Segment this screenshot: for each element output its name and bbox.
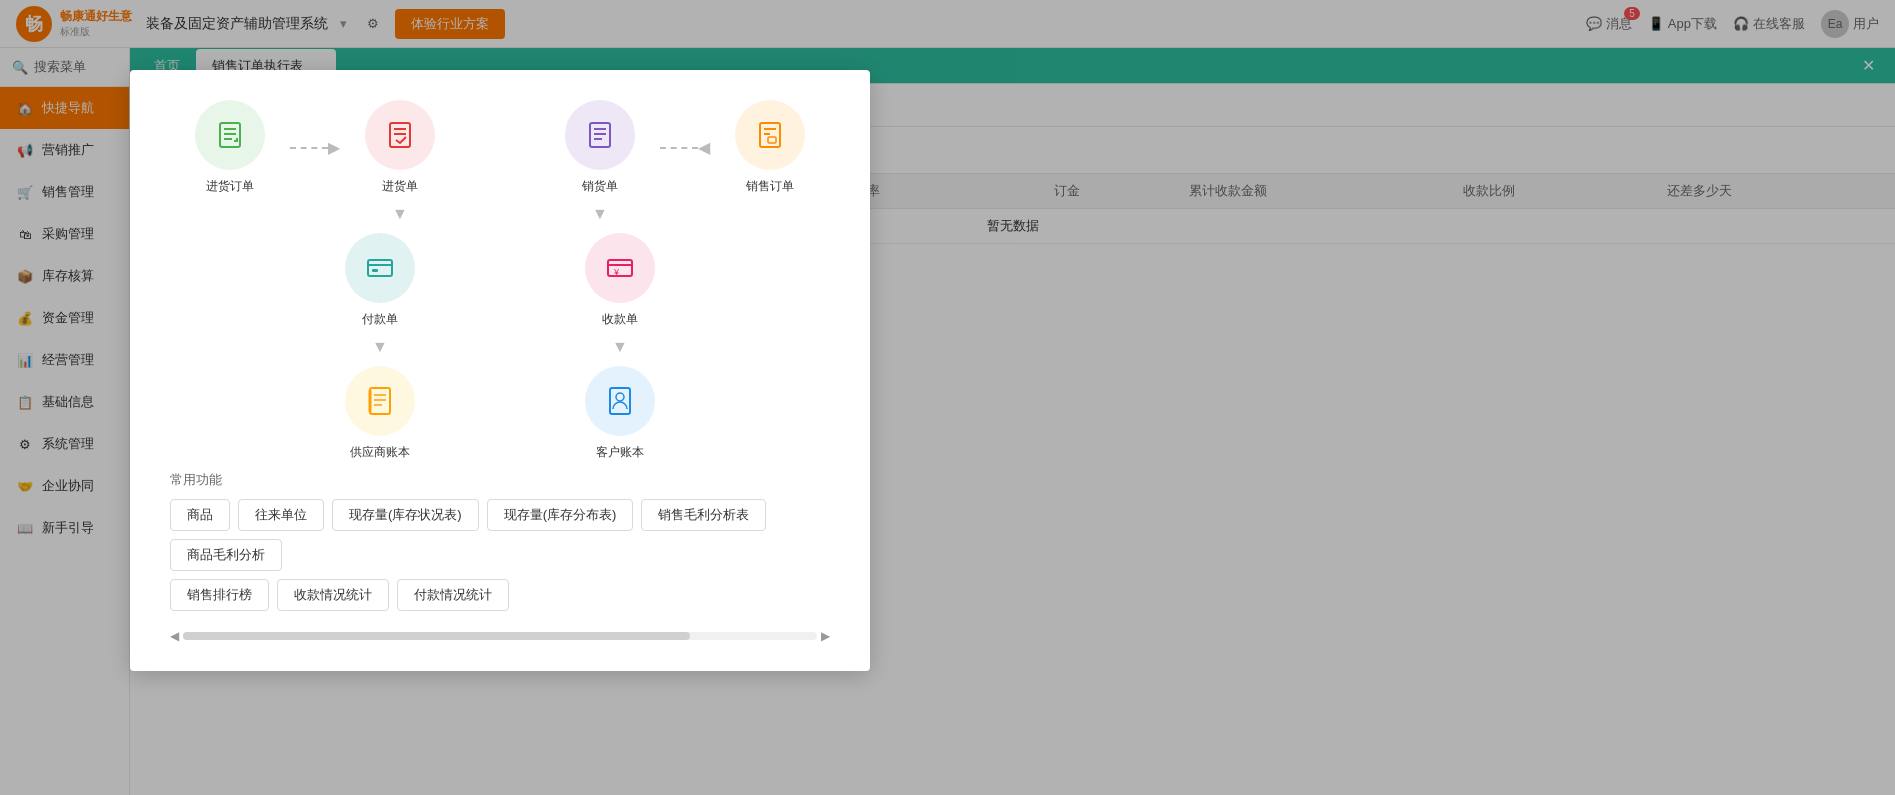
payment-icon bbox=[364, 252, 396, 284]
supplier-ledger-circle bbox=[345, 366, 415, 436]
spacer-v4 bbox=[660, 205, 710, 223]
supplier-ledger-label: 供应商账本 bbox=[350, 444, 410, 461]
arrow-down-payment: ▼ bbox=[320, 338, 440, 356]
func-buttons-grid: 商品 往来单位 现存量(库存状况表) 现存量(库存分布表) 销售毛利分析表 商品… bbox=[170, 499, 830, 571]
scrollbar-track bbox=[183, 632, 817, 640]
arrow-h-1: ▶ bbox=[290, 138, 340, 157]
svg-point-27 bbox=[616, 393, 624, 401]
vertical-arrows-row-2: ▼ ▼ bbox=[150, 338, 850, 356]
func-btn-goods-margin[interactable]: 商品毛利分析 bbox=[170, 539, 282, 571]
scroll-right-btn[interactable]: ▶ bbox=[821, 629, 830, 643]
arrow-down-purchase: ▼ bbox=[340, 205, 460, 223]
spacer-v1 bbox=[170, 205, 290, 223]
vertical-arrows-row: ▼ ▼ bbox=[150, 205, 850, 223]
purchase-order-circle bbox=[195, 100, 265, 170]
purchase-order-icon bbox=[214, 119, 246, 151]
receipt-label: 收款单 bbox=[602, 311, 638, 328]
purchase-bill-label: 进货单 bbox=[382, 178, 418, 195]
flow-diagram: 进货订单 ▶ bbox=[150, 90, 850, 471]
receipt-icon: ¥ bbox=[604, 252, 636, 284]
purchase-order-label: 进货订单 bbox=[206, 178, 254, 195]
svg-rect-22 bbox=[368, 390, 372, 412]
receipt-circle: ¥ bbox=[585, 233, 655, 303]
modal-scrollbar: ◀ ▶ bbox=[150, 621, 850, 651]
flow-item-purchase-bill[interactable]: 进货单 bbox=[340, 100, 460, 195]
svg-rect-15 bbox=[368, 260, 392, 276]
sales-order-icon bbox=[754, 119, 786, 151]
common-functions: 常用功能 商品 往来单位 现存量(库存状况表) 现存量(库存分布表) 销售毛利分… bbox=[150, 471, 850, 621]
spacer-v5 bbox=[710, 205, 830, 223]
payment-circle bbox=[345, 233, 415, 303]
customer-ledger-icon bbox=[604, 385, 636, 417]
func-btn-sales-margin[interactable]: 销售毛利分析表 bbox=[641, 499, 766, 531]
arrow-down-receipt: ▼ bbox=[560, 338, 680, 356]
scrollbar-thumb[interactable] bbox=[183, 632, 690, 640]
flow-row-2: 付款单 ¥ 收款单 bbox=[150, 223, 850, 338]
flow-item-supplier-ledger[interactable]: 供应商账本 bbox=[320, 366, 440, 461]
func-buttons-grid-2: 销售排行榜 收款情况统计 付款情况统计 bbox=[170, 579, 830, 611]
spacer-v3 bbox=[460, 205, 540, 223]
svg-rect-14 bbox=[768, 137, 776, 143]
func-btn-payment-stats[interactable]: 付款情况统计 bbox=[397, 579, 509, 611]
svg-rect-21 bbox=[370, 388, 390, 414]
flow-item-payment[interactable]: 付款单 bbox=[320, 233, 440, 328]
purchase-bill-icon bbox=[384, 119, 416, 151]
customer-ledger-circle bbox=[585, 366, 655, 436]
supplier-ledger-icon bbox=[364, 385, 396, 417]
arrow-down-sales: ▼ bbox=[540, 205, 660, 223]
sales-bill-circle bbox=[565, 100, 635, 170]
func-btn-sales-rank[interactable]: 销售排行榜 bbox=[170, 579, 269, 611]
common-functions-title: 常用功能 bbox=[170, 471, 830, 489]
flow-item-receipt[interactable]: ¥ 收款单 bbox=[560, 233, 680, 328]
flow-item-sales-bill[interactable]: 销货单 bbox=[540, 100, 660, 195]
svg-text:¥: ¥ bbox=[613, 267, 620, 277]
arrow-h-2: ◀ bbox=[660, 138, 710, 157]
sales-order-label: 销售订单 bbox=[746, 178, 794, 195]
scroll-left-btn[interactable]: ◀ bbox=[170, 629, 179, 643]
flow-row-1: 进货订单 ▶ bbox=[150, 90, 850, 205]
flow-item-customer-ledger[interactable]: 客户账本 bbox=[560, 366, 680, 461]
sales-order-circle bbox=[735, 100, 805, 170]
payment-label: 付款单 bbox=[362, 311, 398, 328]
func-btn-stock-dist[interactable]: 现存量(库存分布表) bbox=[487, 499, 634, 531]
flow-item-sales-order[interactable]: 销售订单 bbox=[710, 100, 830, 195]
modal-overlay[interactable]: 进货订单 ▶ bbox=[0, 0, 1895, 795]
func-btn-receipt-stats[interactable]: 收款情况统计 bbox=[277, 579, 389, 611]
svg-rect-18 bbox=[608, 260, 632, 276]
flow-item-purchase-order[interactable]: 进货订单 bbox=[170, 100, 290, 195]
func-btn-goods[interactable]: 商品 bbox=[170, 499, 230, 531]
flow-row-3: 供应商账本 客户账本 bbox=[150, 356, 850, 471]
customer-ledger-label: 客户账本 bbox=[596, 444, 644, 461]
func-btn-stock-status[interactable]: 现存量(库存状况表) bbox=[332, 499, 479, 531]
svg-rect-17 bbox=[372, 269, 378, 272]
sales-bill-icon bbox=[584, 119, 616, 151]
spacer-v2 bbox=[290, 205, 340, 223]
purchase-bill-circle bbox=[365, 100, 435, 170]
quick-nav-modal: 进货订单 ▶ bbox=[130, 70, 870, 671]
sales-bill-label: 销货单 bbox=[582, 178, 618, 195]
func-btn-counterpart[interactable]: 往来单位 bbox=[238, 499, 324, 531]
